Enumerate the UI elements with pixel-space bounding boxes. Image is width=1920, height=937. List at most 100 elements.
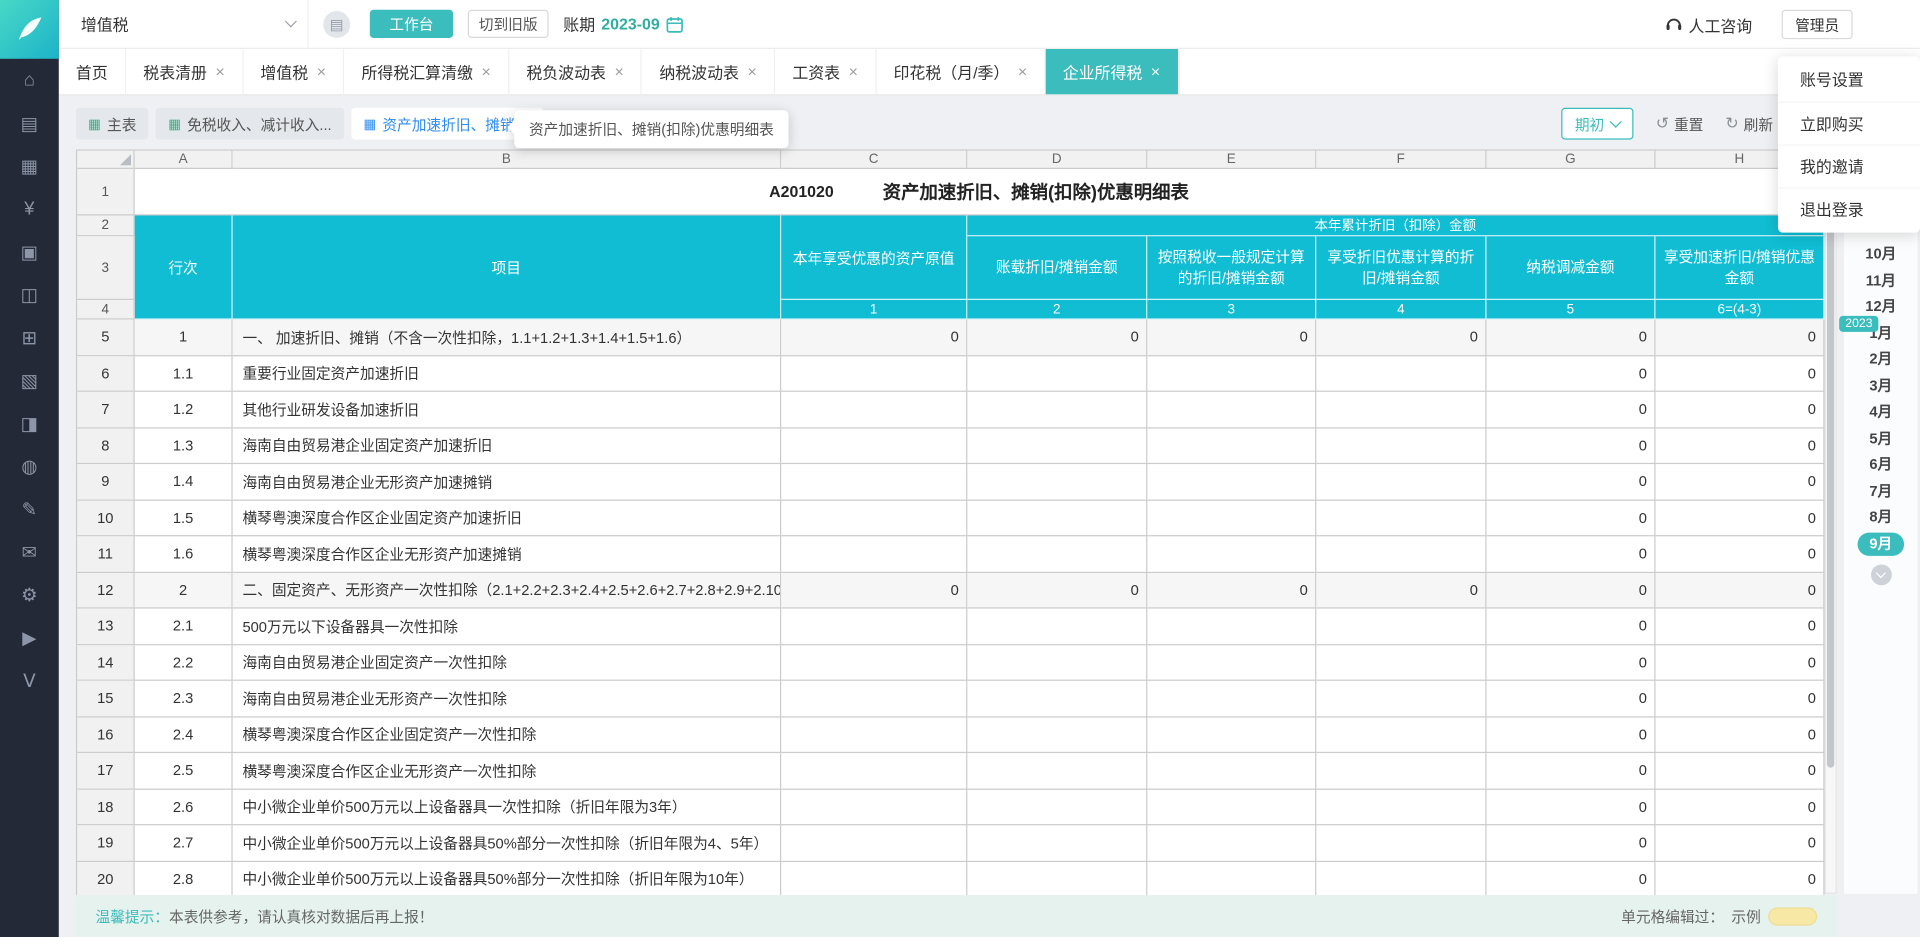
cell-G8[interactable]: 0 [1486, 427, 1656, 465]
tab-纳税波动表[interactable]: 纳税波动表 × [642, 48, 776, 95]
cell-B14[interactable]: 海南自由贸易港企业固定资产一次性扣除 [232, 644, 782, 681]
funds-icon[interactable]: ¥ [0, 187, 59, 230]
cell-F10[interactable] [1316, 500, 1487, 537]
cell-A7[interactable]: 1.2 [134, 391, 233, 428]
month-2月[interactable]: 2月 [1844, 347, 1917, 373]
bookkeeping-icon[interactable]: ▤ [0, 102, 59, 145]
sheet-tab-主表[interactable]: ▦ 主表 [75, 107, 149, 140]
cell-E14[interactable] [1147, 644, 1317, 681]
cell-E7[interactable] [1147, 391, 1317, 428]
cell-C20[interactable] [781, 861, 968, 898]
cell-H12[interactable]: 0 [1655, 572, 1825, 609]
month-11月[interactable]: 11月 [1844, 268, 1917, 294]
row-header-20[interactable]: 20 [75, 861, 135, 898]
cell-F15[interactable] [1316, 680, 1487, 717]
switch-version-button[interactable]: 切到旧版 [467, 9, 549, 38]
cell-E18[interactable] [1147, 789, 1317, 826]
cell-E6[interactable] [1147, 355, 1317, 392]
cell-A17[interactable]: 2.5 [134, 753, 233, 790]
cell-C16[interactable] [781, 716, 968, 754]
cell-C9[interactable] [781, 464, 968, 501]
scroll-down-icon[interactable] [1870, 564, 1892, 586]
cell-E17[interactable] [1147, 753, 1317, 790]
cell-H14[interactable]: 0 [1655, 644, 1825, 681]
cell-B15[interactable]: 海南自由贸易港企业无形资产一次性扣除 [232, 680, 782, 717]
tab-企业所得税[interactable]: 企业所得税 × [1045, 48, 1179, 95]
row-header-14[interactable]: 14 [75, 644, 135, 681]
cell-D17[interactable] [967, 753, 1148, 790]
cell-C5[interactable]: 0 [781, 319, 968, 356]
cell-G16[interactable]: 0 [1486, 716, 1656, 754]
cell-C12[interactable]: 0 [781, 572, 968, 609]
cell-A14[interactable]: 2.2 [134, 644, 233, 681]
cell-B6[interactable]: 重要行业固定资产加速折旧 [232, 355, 782, 392]
service-icon[interactable]: ◍ [0, 444, 59, 487]
close-icon[interactable]: × [317, 64, 326, 80]
cell-D12[interactable]: 0 [967, 572, 1148, 609]
period-value[interactable]: 2023-09 [601, 15, 659, 33]
cell-F7[interactable] [1316, 391, 1487, 428]
cell-G12[interactable]: 0 [1486, 572, 1656, 609]
cell-H20[interactable]: 0 [1655, 861, 1825, 898]
cell-D16[interactable] [967, 716, 1148, 754]
cell-H6[interactable]: 0 [1655, 355, 1825, 392]
cell-B12[interactable]: 二、固定资产、无形资产一次性扣除（2.1+2.2+2.3+2.4+2.5+2.6… [232, 572, 782, 609]
row-header-3[interactable]: 3 [75, 236, 135, 300]
cell-D15[interactable] [967, 680, 1148, 717]
cell-F12[interactable]: 0 [1316, 572, 1487, 609]
row-header-13[interactable]: 13 [75, 608, 135, 645]
row-header-1[interactable]: 1 [75, 168, 135, 216]
row-header-7[interactable]: 7 [75, 391, 135, 428]
cell-B9[interactable]: 海南自由贸易港企业无形资产加速摊销 [232, 464, 782, 501]
cell-E12[interactable]: 0 [1147, 572, 1317, 609]
tab-印花税（月/季）[interactable]: 印花税（月/季） × [876, 48, 1046, 95]
checkout-icon[interactable]: ✎ [0, 487, 59, 530]
close-icon[interactable]: × [849, 64, 858, 80]
cell-H10[interactable]: 0 [1655, 500, 1825, 537]
grid-corner[interactable] [75, 149, 135, 169]
cell-G14[interactable]: 0 [1486, 644, 1656, 681]
cell-B17[interactable]: 横琴粤澳深度合作区企业无形资产一次性扣除 [232, 753, 782, 790]
cell-B5[interactable]: 一、 加速折旧、摊销（不含一次性扣除，1.1+1.2+1.3+1.4+1.5+1… [232, 319, 782, 356]
cell-A18[interactable]: 2.6 [134, 789, 233, 826]
month-9月[interactable]: 9月 [1857, 532, 1905, 556]
inventory-icon[interactable]: ⊞ [0, 316, 59, 359]
row-header-9[interactable]: 9 [75, 464, 135, 501]
month-7月[interactable]: 7月 [1844, 478, 1917, 504]
close-icon[interactable]: × [482, 64, 491, 80]
cell-C14[interactable] [781, 644, 968, 681]
cell-A20[interactable]: 2.8 [134, 861, 233, 898]
cell-B13[interactable]: 500万元以下设备器具一次性扣除 [232, 608, 782, 645]
close-icon[interactable]: × [748, 64, 757, 80]
cell-D18[interactable] [967, 789, 1148, 826]
vertical-scrollbar[interactable] [1824, 149, 1837, 894]
cell-C19[interactable] [781, 825, 968, 862]
report-badge-icon[interactable]: ▤ [323, 10, 351, 38]
cell-E15[interactable] [1147, 680, 1317, 717]
menu-item-立即购买[interactable]: 立即购买 [1777, 101, 1920, 145]
cell-A15[interactable]: 2.3 [134, 680, 233, 717]
opening-period-button[interactable]: 期初 [1561, 107, 1634, 140]
cell-G17[interactable]: 0 [1486, 753, 1656, 790]
row-header-12[interactable]: 12 [75, 572, 135, 609]
cell-F17[interactable] [1316, 753, 1487, 790]
row-header-5[interactable]: 5 [75, 319, 135, 356]
cell-F20[interactable] [1316, 861, 1487, 898]
cell-A5[interactable]: 1 [134, 319, 233, 356]
col-header-A[interactable]: A [134, 149, 233, 169]
cell-D7[interactable] [967, 391, 1148, 428]
cell-H8[interactable]: 0 [1655, 427, 1825, 465]
col-header-F[interactable]: F [1316, 149, 1487, 169]
cell-G9[interactable]: 0 [1486, 464, 1656, 501]
cell-G20[interactable]: 0 [1486, 861, 1656, 898]
cell-H13[interactable]: 0 [1655, 608, 1825, 645]
cell-B20[interactable]: 中小微企业单价500万元以上设备器具50%部分一次性扣除（折旧年限为10年） [232, 861, 782, 898]
month-5月[interactable]: 5月 [1844, 426, 1917, 452]
app-logo[interactable] [0, 0, 59, 59]
row-header-17[interactable]: 17 [75, 753, 135, 790]
cell-H9[interactable]: 0 [1655, 464, 1825, 501]
assets-icon[interactable]: ◫ [0, 273, 59, 316]
cell-F13[interactable] [1316, 608, 1487, 645]
cell-D6[interactable] [967, 355, 1148, 392]
cell-H19[interactable]: 0 [1655, 825, 1825, 862]
